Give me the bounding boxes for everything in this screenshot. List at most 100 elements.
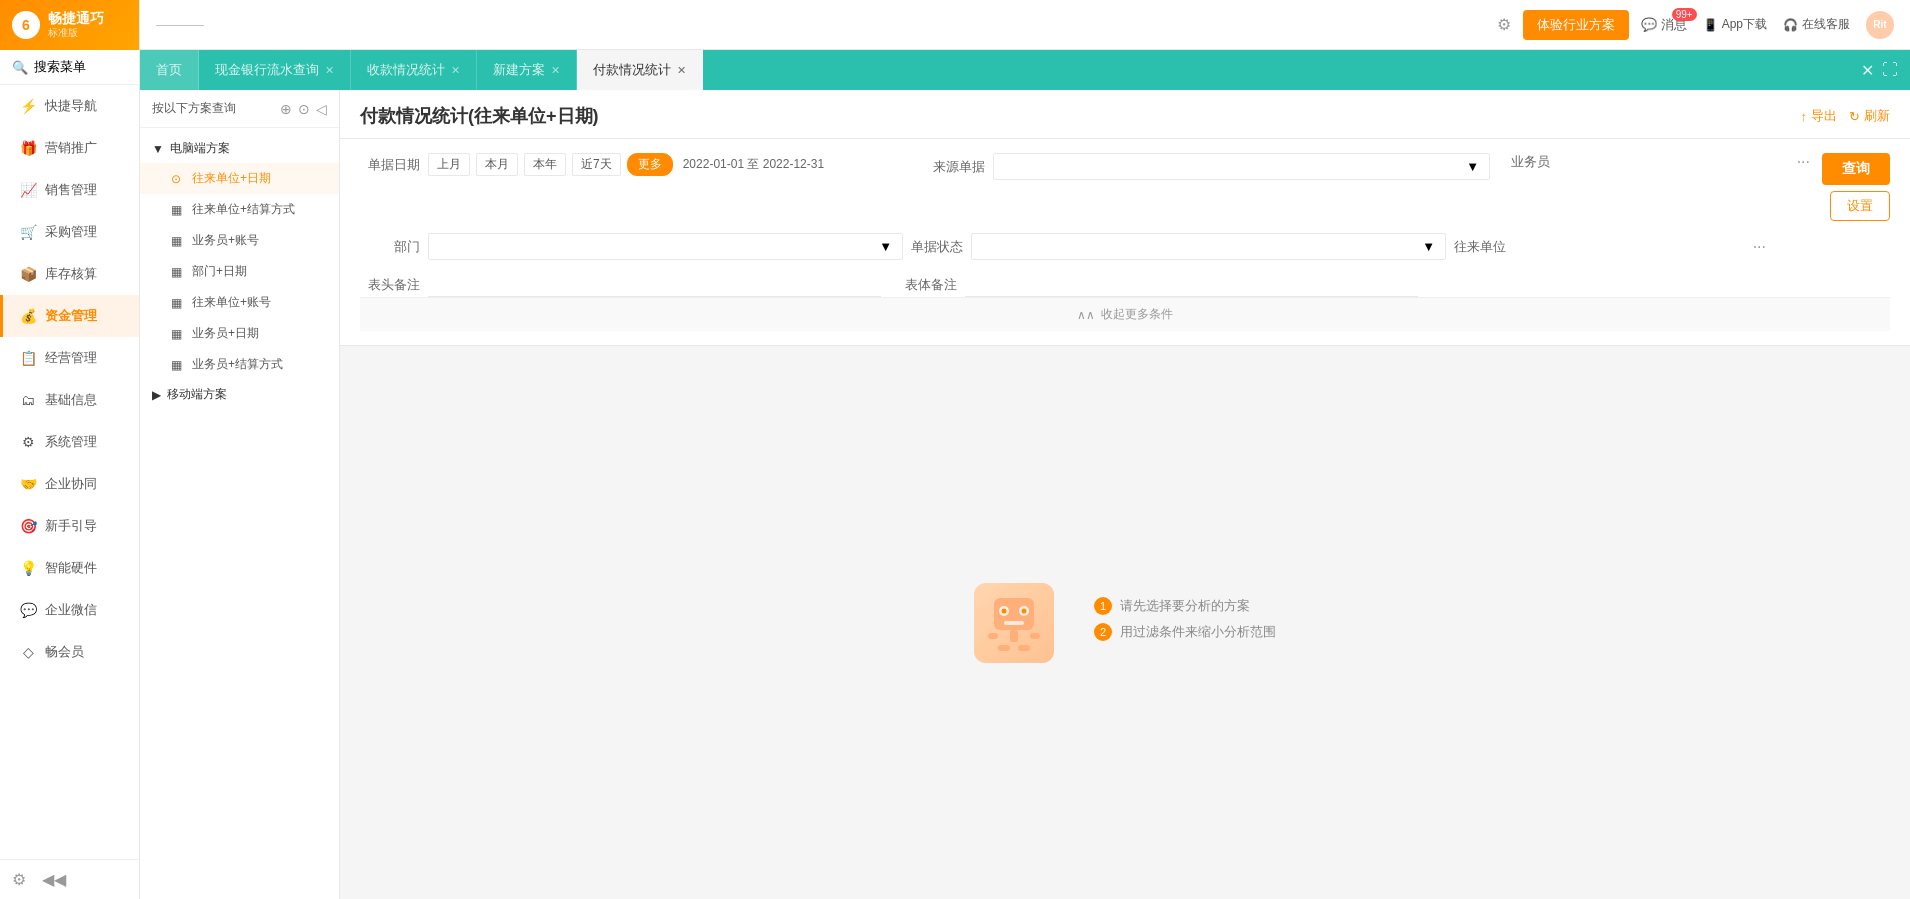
sidebar-item-inventory[interactable]: 📦 库存核算	[0, 253, 139, 295]
tab-receipt-stats[interactable]: 收款情况统计 ✕	[351, 50, 477, 90]
close-all-tabs-icon[interactable]: ✕	[1861, 61, 1874, 80]
tab-home[interactable]: 首页	[140, 50, 199, 90]
page-actions: ↑ 导出 ↻ 刷新	[1801, 107, 1891, 125]
sidebar-item-sales[interactable]: 📈 销售管理	[0, 169, 139, 211]
source-select[interactable]: ▼	[993, 153, 1490, 180]
mobile-group-label: 移动端方案	[167, 386, 227, 403]
sidebar-item-marketing[interactable]: 🎁 营销推广	[0, 127, 139, 169]
sidebar-search-item[interactable]: 🔍 搜索菜单	[0, 50, 139, 85]
add-scheme-icon[interactable]: ⊕	[280, 101, 292, 117]
settings-icon[interactable]: ⚙	[12, 870, 26, 889]
collapse-more-conditions-btn[interactable]: ∧∧ 收起更多条件	[360, 297, 1890, 331]
tab-close-receipt-stats[interactable]: ✕	[451, 64, 460, 77]
scheme-item-partner-settle[interactable]: ▦ 往来单位+结算方式	[140, 194, 339, 225]
query-btn[interactable]: 查询	[1822, 153, 1890, 185]
scheme-item-staff-date[interactable]: ▦ 业务员+日期	[140, 318, 339, 349]
topbar-settings-icon[interactable]: ⚙	[1497, 15, 1511, 34]
export-btn[interactable]: ↑ 导出	[1801, 107, 1838, 125]
refresh-btn[interactable]: ↻ 刷新	[1849, 107, 1890, 125]
scheme-item-partner-date[interactable]: ⊙ 往来单位+日期	[140, 163, 339, 194]
quick-nav-icon: ⚡	[19, 98, 37, 114]
collapse-sidebar-icon[interactable]: ◀◀	[42, 870, 66, 889]
date-last-month-btn[interactable]: 上月	[428, 153, 470, 176]
basic-info-icon: 🗂	[19, 392, 37, 408]
step-1-text: 请先选择要分析的方案	[1120, 597, 1250, 615]
note-body-input[interactable]	[965, 272, 1418, 297]
date-more-btn[interactable]: 更多	[627, 153, 673, 176]
tab-cash-flow[interactable]: 现金银行流水查询 ✕	[199, 50, 351, 90]
tab-close-payment-stats[interactable]: ✕	[677, 64, 686, 77]
sidebar-item-purchase[interactable]: 🛒 采购管理	[0, 211, 139, 253]
sidebar-item-basic-info[interactable]: 🗂 基础信息	[0, 379, 139, 421]
scheme-item-partner-account[interactable]: ▦ 往来单位+账号	[140, 287, 339, 318]
sidebar-item-system[interactable]: ⚙ 系统管理	[0, 421, 139, 463]
purchase-label: 采购管理	[45, 223, 97, 241]
trial-btn[interactable]: 体验行业方案	[1523, 10, 1629, 40]
staff-dots-btn[interactable]: ···	[1797, 153, 1810, 171]
operations-label: 经营管理	[45, 349, 97, 367]
partner-settle-label: 往来单位+结算方式	[192, 201, 295, 218]
quick-nav-label: 快捷导航	[45, 97, 97, 115]
mobile-icon: 📱	[1703, 18, 1718, 32]
sidebar-item-operations[interactable]: 📋 经营管理	[0, 337, 139, 379]
date-7days-btn[interactable]: 近7天	[572, 153, 621, 176]
scheme-item-icon5: ▦	[168, 327, 184, 341]
dept-date-label: 部门+日期	[192, 263, 247, 280]
search-label: 搜索菜单	[34, 58, 86, 76]
scheme-item-staff-account[interactable]: ▦ 业务员+账号	[140, 225, 339, 256]
dept-select[interactable]: ▼	[428, 233, 903, 260]
sidebar-nav: ⚡ 快捷导航 🎁 营销推广 📈 销售管理 🛒 采购管理 📦 库存核算 💰 资金管…	[0, 85, 139, 859]
desktop-group-label: 电脑端方案	[170, 140, 230, 157]
doc-status-dropdown-icon: ▼	[1422, 239, 1435, 254]
source-filter-group: 来源单据 ▼	[925, 153, 1490, 180]
scheme-item-dept-date[interactable]: ▦ 部门+日期	[140, 256, 339, 287]
online-service-btn[interactable]: 🎧 在线客服	[1783, 16, 1850, 33]
expand-mobile-icon: ▶	[152, 388, 161, 402]
maximize-icon[interactable]: ⛶	[1882, 61, 1898, 79]
scheme-panel: 按以下方案查询 ⊕ ⊙ ◁ ▼ 电脑端方案 ⊙ 往来单位+日期 ▦	[140, 90, 340, 899]
step-2-num: 2	[1094, 623, 1112, 641]
sidebar-item-guide[interactable]: 🎯 新手引导	[0, 505, 139, 547]
scheme-group-mobile[interactable]: ▶ 移动端方案	[140, 380, 339, 409]
svg-rect-7	[1010, 630, 1018, 642]
sidebar-item-enterprise[interactable]: 🤝 企业协同	[0, 463, 139, 505]
robot-svg	[974, 583, 1054, 663]
staff-label: 业务员	[1490, 153, 1550, 171]
manage-scheme-icon[interactable]: ⊙	[298, 101, 310, 117]
sidebar-item-finance[interactable]: 💰 资金管理	[0, 295, 139, 337]
tab-close-new-plan[interactable]: ✕	[551, 64, 560, 77]
messages-btn[interactable]: 💬 消息 99+	[1641, 16, 1687, 34]
collapse-scheme-icon[interactable]: ◁	[316, 101, 327, 117]
tab-payment-stats[interactable]: 付款情况统计 ✕	[577, 50, 703, 90]
scheme-item-staff-settle[interactable]: ▦ 业务员+结算方式	[140, 349, 339, 380]
sidebar-item-quick-nav[interactable]: ⚡ 快捷导航	[0, 85, 139, 127]
user-avatar[interactable]: Rit	[1866, 11, 1894, 39]
main-area: ———— ⚙ 体验行业方案 💬 消息 99+ 📱 App下载 🎧 在线客服 Ri…	[140, 0, 1910, 899]
app-edition: 标准版	[48, 26, 104, 40]
note-header-group: 表头备注	[360, 272, 881, 297]
staff-account-label: 业务员+账号	[192, 232, 259, 249]
date-this-month-btn[interactable]: 本月	[476, 153, 518, 176]
tab-close-cash-flow[interactable]: ✕	[325, 64, 334, 77]
sidebar-item-vip[interactable]: ◇ 畅会员	[0, 631, 139, 673]
scheme-item-icon4: ▦	[168, 296, 184, 310]
app-download-btn[interactable]: 📱 App下载	[1703, 16, 1767, 33]
tabbar-right-controls: ✕ ⛶	[1849, 50, 1910, 90]
scheme-group-desktop[interactable]: ▼ 电脑端方案	[140, 134, 339, 163]
scheme-item-icon6: ▦	[168, 358, 184, 372]
source-label: 来源单据	[925, 158, 985, 176]
note-header-input[interactable]	[428, 272, 881, 297]
sidebar-item-hardware[interactable]: 💡 智能硬件	[0, 547, 139, 589]
tab-new-plan[interactable]: 新建方案 ✕	[477, 50, 577, 90]
date-this-year-btn[interactable]: 本年	[524, 153, 566, 176]
system-icon: ⚙	[19, 434, 37, 450]
partner-dots-btn[interactable]: ···	[1753, 238, 1766, 256]
enterprise-icon: 🤝	[19, 476, 37, 492]
sales-icon: 📈	[19, 182, 37, 198]
doc-status-select[interactable]: ▼	[971, 233, 1446, 260]
settings-btn[interactable]: 设置	[1830, 191, 1890, 221]
partner-account-label: 往来单位+账号	[192, 294, 271, 311]
scheme-item-icon: ▦	[168, 203, 184, 217]
sidebar-item-weixin[interactable]: 💬 企业微信	[0, 589, 139, 631]
collapse-chevron-icon: ∧∧	[1077, 308, 1095, 322]
